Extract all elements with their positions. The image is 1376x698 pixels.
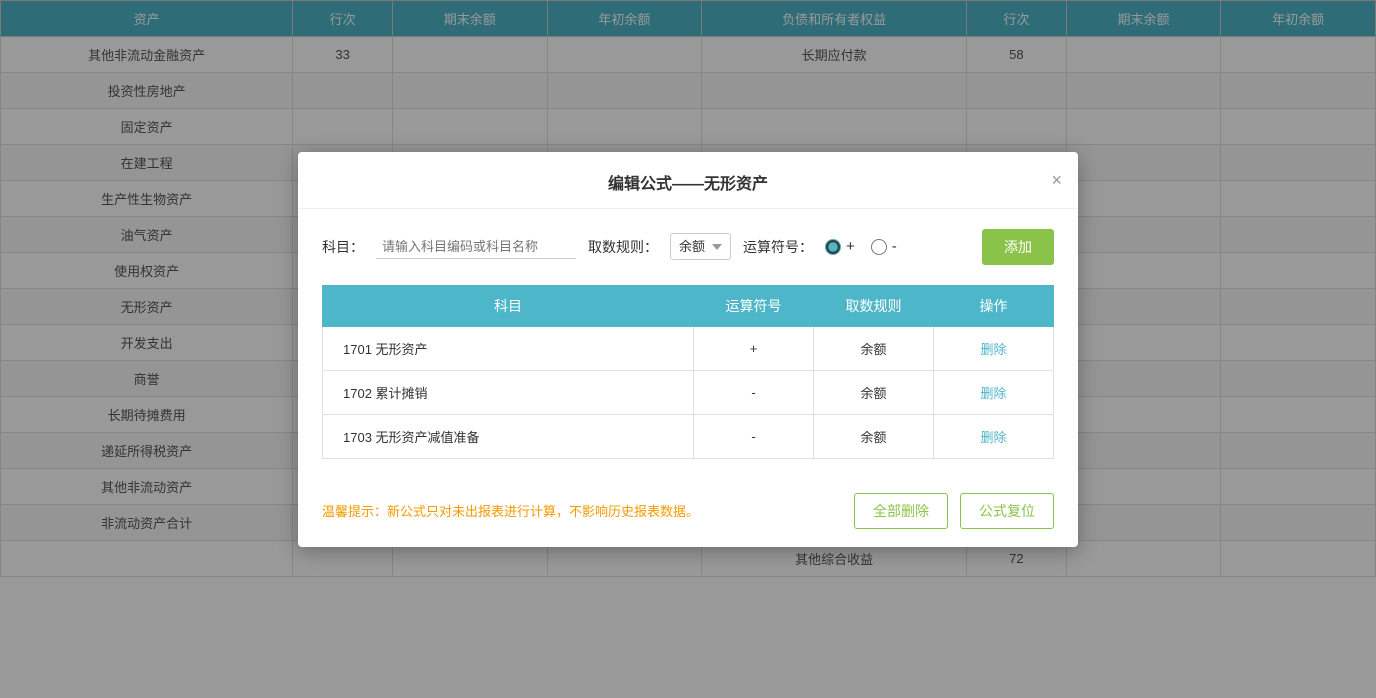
formula-action: 删除 [934, 370, 1054, 414]
rule-label: 取数规则： [588, 237, 658, 257]
formula-row: 1702 累计摊销-余额 删除 [323, 370, 1054, 414]
modal-body: 科目： 取数规则： 余额 借方 贷方 运算符号： + [298, 209, 1078, 479]
delete-link[interactable]: 删除 [980, 430, 1006, 445]
formula-action: 删除 [934, 414, 1054, 458]
col-action: 操作 [934, 285, 1054, 326]
formula-rule: 余额 [814, 370, 934, 414]
operator-minus-input[interactable] [871, 239, 887, 255]
formula-subject: 1703 无形资产减值准备 [323, 414, 694, 458]
add-button[interactable]: 添加 [982, 229, 1054, 265]
delete-all-button[interactable]: 全部删除 [854, 493, 948, 529]
modal-close-button[interactable]: × [1051, 171, 1062, 189]
modal-title: 编辑公式——无形资产 [608, 176, 768, 193]
reset-button[interactable]: 公式复位 [960, 493, 1054, 529]
formula-subject: 1702 累计摊销 [323, 370, 694, 414]
formula-subject: 1701 无形资产 [323, 326, 694, 370]
formula-rule: 余额 [814, 326, 934, 370]
rule-select[interactable]: 余额 借方 贷方 [670, 233, 731, 260]
subject-input[interactable] [376, 235, 576, 259]
page-container: 资产 行次 期末余额 年初余额 负债和所有者权益 行次 期末余额 年初余额 其他… [0, 0, 1376, 698]
modal-dialog: 编辑公式——无形资产 × 科目： 取数规则： 余额 借方 贷方 运算符号： [298, 152, 1078, 547]
operator-minus-radio[interactable]: - [871, 238, 897, 255]
operator-plus-radio[interactable]: + [825, 238, 855, 255]
form-row: 科目： 取数规则： 余额 借方 贷方 运算符号： + [322, 229, 1054, 265]
formula-operator: + [694, 326, 814, 370]
formula-row: 1701 无形资产+余额 删除 [323, 326, 1054, 370]
modal-header: 编辑公式——无形资产 × [298, 152, 1078, 209]
formula-action: 删除 [934, 326, 1054, 370]
col-operator: 运算符号 [694, 285, 814, 326]
formula-operator: - [694, 414, 814, 458]
formula-operator: - [694, 370, 814, 414]
formula-row: 1703 无形资产减值准备-余额 删除 [323, 414, 1054, 458]
delete-link[interactable]: 删除 [980, 386, 1006, 401]
subject-label: 科目： [322, 237, 364, 257]
footer-buttons: 全部删除 公式复位 [854, 493, 1054, 529]
operator-plus-input[interactable] [825, 239, 841, 255]
col-rule: 取数规则 [814, 285, 934, 326]
formula-rule: 余额 [814, 414, 934, 458]
delete-link[interactable]: 删除 [980, 342, 1006, 357]
operator-minus-label: - [892, 238, 897, 255]
col-subject: 科目 [323, 285, 694, 326]
footer-tip: 温馨提示：新公式只对未出报表进行计算，不影响历史报表数据。 [322, 501, 699, 520]
modal-footer: 温馨提示：新公式只对未出报表进行计算，不影响历史报表数据。 全部删除 公式复位 [298, 479, 1078, 547]
operator-radio-group: + - [825, 238, 897, 255]
formula-table: 科目 运算符号 取数规则 操作 1701 无形资产+余额删除1702 累计摊销-… [322, 285, 1054, 459]
operator-label: 运算符号： [743, 237, 813, 257]
operator-plus-label: + [846, 238, 855, 255]
modal-overlay: 编辑公式——无形资产 × 科目： 取数规则： 余额 借方 贷方 运算符号： [0, 0, 1376, 698]
